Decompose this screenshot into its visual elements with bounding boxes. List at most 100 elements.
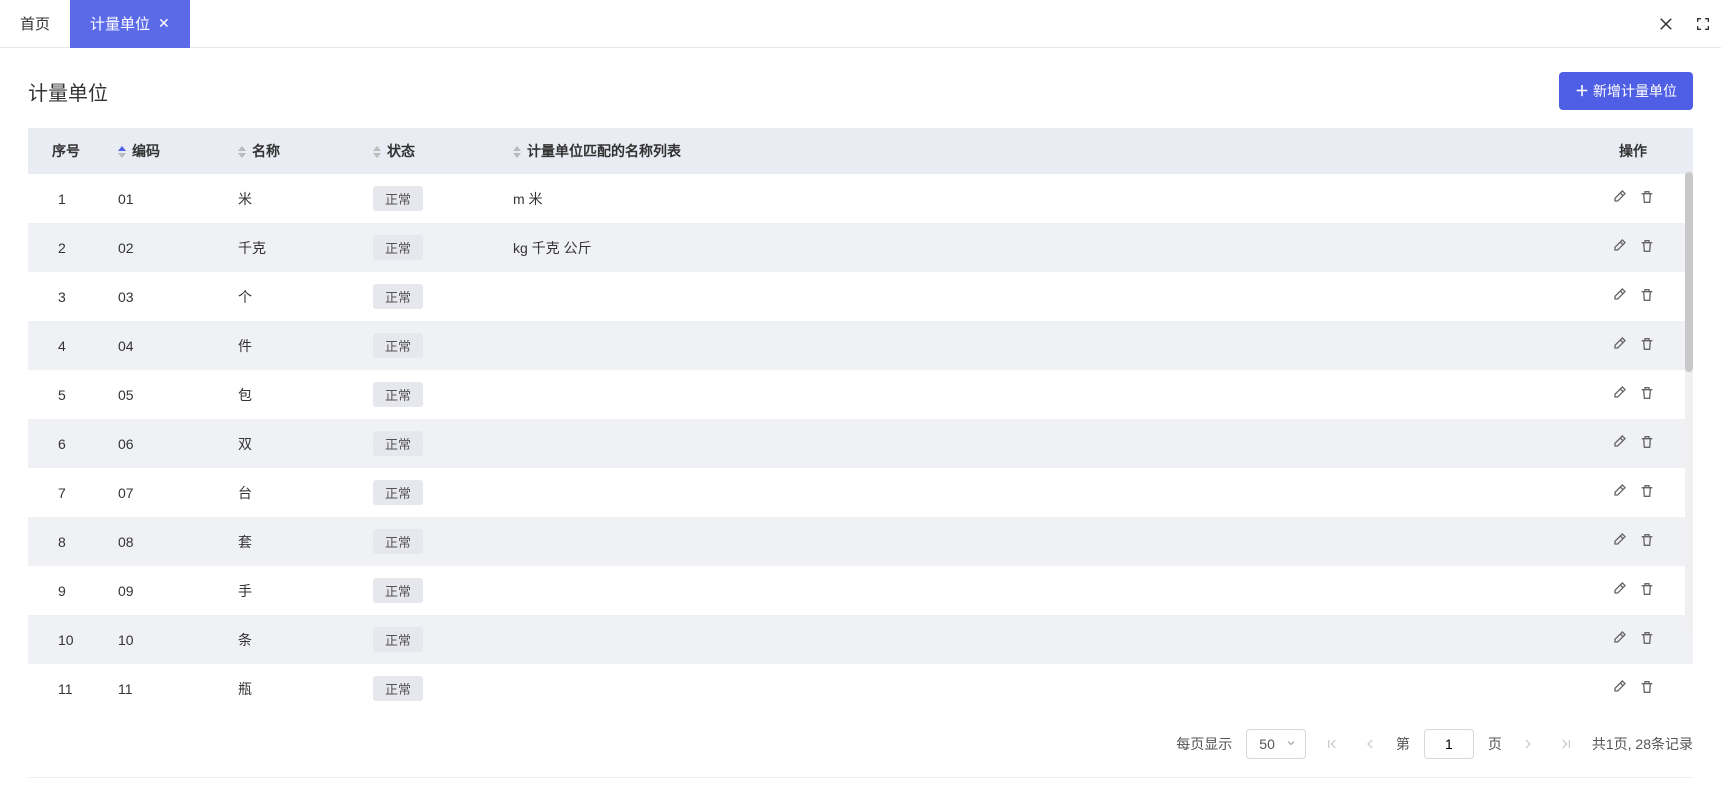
edit-icon[interactable] bbox=[1611, 238, 1627, 254]
status-badge: 正常 bbox=[373, 529, 423, 554]
close-icon[interactable]: ✕ bbox=[158, 15, 170, 32]
cell-ops bbox=[1573, 468, 1693, 517]
next-page-icon[interactable] bbox=[1516, 736, 1540, 752]
cell-ops bbox=[1573, 174, 1693, 223]
table-row: 1111瓶正常 bbox=[28, 664, 1693, 713]
page-size-select[interactable]: 50 bbox=[1246, 729, 1306, 759]
cell-code: 01 bbox=[108, 174, 228, 223]
fullscreen-icon[interactable] bbox=[1695, 16, 1711, 32]
delete-icon[interactable] bbox=[1639, 532, 1655, 548]
cell-code: 06 bbox=[108, 419, 228, 468]
cell-seq: 6 bbox=[28, 419, 108, 468]
tab-unit-label: 计量单位 bbox=[90, 13, 150, 34]
edit-icon[interactable] bbox=[1611, 679, 1627, 695]
cell-name: 双 bbox=[228, 419, 363, 468]
edit-icon[interactable] bbox=[1611, 287, 1627, 303]
scrollbar[interactable] bbox=[1685, 172, 1693, 632]
sort-icon bbox=[238, 146, 246, 158]
col-match[interactable]: 计量单位匹配的名称列表 bbox=[503, 128, 1573, 174]
footer-divider bbox=[28, 777, 1693, 778]
table-row: 101米正常m 米 bbox=[28, 174, 1693, 223]
cell-seq: 11 bbox=[28, 664, 108, 713]
delete-icon[interactable] bbox=[1639, 483, 1655, 499]
sort-icon bbox=[513, 146, 521, 158]
table-row: 808套正常 bbox=[28, 517, 1693, 566]
chevron-down-icon bbox=[1285, 736, 1297, 752]
close-all-icon[interactable] bbox=[1657, 15, 1675, 33]
cell-match: kg 千克 公斤 bbox=[503, 223, 1573, 272]
tab-unit[interactable]: 计量单位 ✕ bbox=[70, 0, 190, 48]
col-ops: 操作 bbox=[1573, 128, 1693, 174]
cell-ops bbox=[1573, 615, 1693, 664]
last-page-icon[interactable] bbox=[1554, 736, 1578, 752]
cell-seq: 1 bbox=[28, 174, 108, 223]
delete-icon[interactable] bbox=[1639, 581, 1655, 597]
table-row: 707台正常 bbox=[28, 468, 1693, 517]
delete-icon[interactable] bbox=[1639, 679, 1655, 695]
col-status[interactable]: 状态 bbox=[363, 128, 503, 174]
cell-name: 米 bbox=[228, 174, 363, 223]
cell-code: 07 bbox=[108, 468, 228, 517]
cell-match bbox=[503, 370, 1573, 419]
table-row: 303个正常 bbox=[28, 272, 1693, 321]
status-badge: 正常 bbox=[373, 676, 423, 701]
cell-seq: 3 bbox=[28, 272, 108, 321]
add-unit-button[interactable]: ＋ 新增计量单位 bbox=[1559, 72, 1693, 110]
edit-icon[interactable] bbox=[1611, 434, 1627, 450]
edit-icon[interactable] bbox=[1611, 189, 1627, 205]
cell-status: 正常 bbox=[363, 566, 503, 615]
page-number-input[interactable] bbox=[1424, 729, 1474, 759]
sort-icon bbox=[373, 146, 381, 158]
first-page-icon[interactable] bbox=[1320, 736, 1344, 752]
cell-seq: 5 bbox=[28, 370, 108, 419]
per-page-label: 每页显示 bbox=[1176, 734, 1232, 754]
add-unit-label: 新增计量单位 bbox=[1593, 81, 1677, 101]
col-seq[interactable]: 序号 bbox=[28, 128, 108, 174]
delete-icon[interactable] bbox=[1639, 630, 1655, 646]
sort-icon bbox=[118, 146, 126, 158]
cell-status: 正常 bbox=[363, 174, 503, 223]
unit-table: 序号 编码 名称 状态 计量单位匹配的名称列表 操作 101米正常m 米202千… bbox=[28, 128, 1693, 713]
cell-status: 正常 bbox=[363, 223, 503, 272]
cell-seq: 10 bbox=[28, 615, 108, 664]
cell-ops bbox=[1573, 419, 1693, 468]
delete-icon[interactable] bbox=[1639, 189, 1655, 205]
cell-status: 正常 bbox=[363, 615, 503, 664]
edit-icon[interactable] bbox=[1611, 581, 1627, 597]
cell-code: 03 bbox=[108, 272, 228, 321]
delete-icon[interactable] bbox=[1639, 336, 1655, 352]
cell-name: 套 bbox=[228, 517, 363, 566]
prev-page-icon[interactable] bbox=[1358, 736, 1382, 752]
cell-code: 05 bbox=[108, 370, 228, 419]
cell-match bbox=[503, 517, 1573, 566]
scrollbar-thumb[interactable] bbox=[1685, 172, 1693, 372]
col-name[interactable]: 名称 bbox=[228, 128, 363, 174]
cell-match: m 米 bbox=[503, 174, 1573, 223]
cell-match bbox=[503, 468, 1573, 517]
cell-name: 台 bbox=[228, 468, 363, 517]
delete-icon[interactable] bbox=[1639, 434, 1655, 450]
edit-icon[interactable] bbox=[1611, 630, 1627, 646]
table-row: 909手正常 bbox=[28, 566, 1693, 615]
cell-seq: 2 bbox=[28, 223, 108, 272]
tabs-right bbox=[1657, 15, 1711, 33]
cell-seq: 8 bbox=[28, 517, 108, 566]
cell-status: 正常 bbox=[363, 272, 503, 321]
tab-home[interactable]: 首页 bbox=[0, 0, 70, 48]
cell-code: 08 bbox=[108, 517, 228, 566]
edit-icon[interactable] bbox=[1611, 532, 1627, 548]
table-row: 202千克正常kg 千克 公斤 bbox=[28, 223, 1693, 272]
cell-match bbox=[503, 566, 1573, 615]
tab-home-label: 首页 bbox=[20, 13, 50, 34]
status-badge: 正常 bbox=[373, 382, 423, 407]
delete-icon[interactable] bbox=[1639, 238, 1655, 254]
edit-icon[interactable] bbox=[1611, 483, 1627, 499]
cell-name: 瓶 bbox=[228, 664, 363, 713]
cell-match bbox=[503, 615, 1573, 664]
delete-icon[interactable] bbox=[1639, 287, 1655, 303]
edit-icon[interactable] bbox=[1611, 385, 1627, 401]
col-code[interactable]: 编码 bbox=[108, 128, 228, 174]
table-row: 404件正常 bbox=[28, 321, 1693, 370]
edit-icon[interactable] bbox=[1611, 336, 1627, 352]
delete-icon[interactable] bbox=[1639, 385, 1655, 401]
